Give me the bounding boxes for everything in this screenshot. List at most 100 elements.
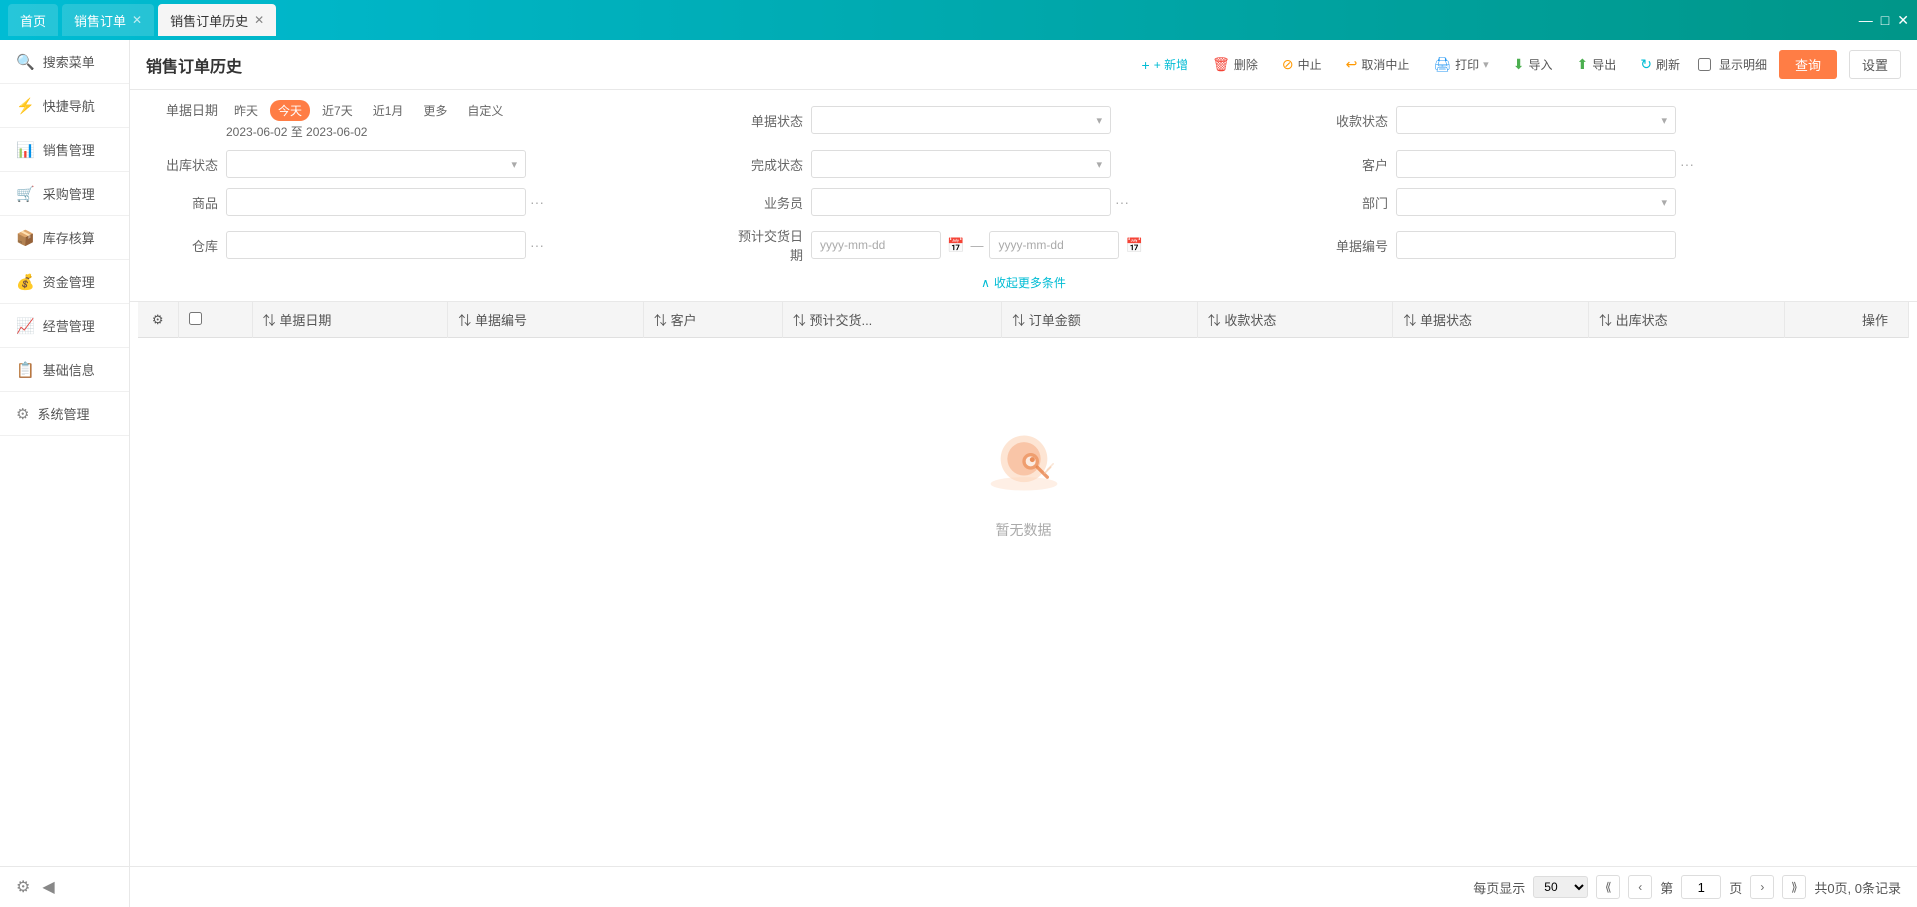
sidebar-item-inventory[interactable]: 📦 库存核算 [0, 216, 129, 260]
page-size-label: 每页显示 [1473, 878, 1525, 897]
delete-button[interactable]: 🗑 删除 [1206, 53, 1264, 76]
window-controls: — □ ✕ [1859, 12, 1909, 29]
table-checkbox-header[interactable] [178, 302, 252, 338]
col-bill-status[interactable]: ⇅ 单据状态 [1393, 302, 1589, 338]
sidebar-item-label: 系统管理 [37, 404, 89, 423]
calendar-start-icon[interactable]: 📅 [947, 237, 964, 254]
completion-status-select[interactable]: ▾ [811, 150, 1111, 178]
maximize-button[interactable]: □ [1881, 12, 1889, 28]
collapse-up-icon: ∧ [981, 276, 990, 290]
cancel-button[interactable]: ↩ 取消中止 [1340, 53, 1416, 76]
product-input[interactable] [226, 188, 526, 216]
new-button[interactable]: + + 新增 [1136, 53, 1195, 76]
sidebar-item-search-menu[interactable]: 🔍 搜索菜单 [0, 40, 129, 84]
collapse-sidebar-icon[interactable]: ◀ [42, 877, 54, 897]
col-customer[interactable]: ⇅ 客户 [643, 302, 782, 338]
tab-sales-order-history-close[interactable]: ✕ [254, 13, 264, 27]
date-chip-1month[interactable]: 近1月 [365, 100, 412, 121]
date-range-dash: — [970, 238, 983, 253]
query-button[interactable]: 查询 [1779, 50, 1837, 79]
prev-page-button[interactable]: ‹ [1628, 875, 1652, 899]
page-number-input[interactable] [1681, 875, 1721, 899]
minimize-button[interactable]: — [1859, 12, 1873, 28]
date-chip-today[interactable]: 今天 [270, 100, 310, 121]
display-detail-label: 显示明细 [1719, 56, 1767, 73]
tab-sales-order-close[interactable]: ✕ [132, 13, 142, 27]
cancel-label: 取消中止 [1361, 56, 1409, 73]
search-menu-icon: 🔍 [16, 53, 35, 71]
display-detail-checkbox[interactable] [1698, 58, 1711, 71]
delivery-date-start[interactable]: yyyy-mm-dd [811, 231, 941, 259]
sidebar-item-label: 经营管理 [43, 316, 95, 335]
collapse-filter-button[interactable]: ∧ 收起更多条件 [146, 274, 1901, 291]
col-amount[interactable]: ⇅ 订单金额 [1002, 302, 1198, 338]
bill-no-input[interactable] [1396, 231, 1676, 259]
sidebar-item-purchase[interactable]: 🛒 采购管理 [0, 172, 129, 216]
refresh-button[interactable]: ↻ 刷新 [1634, 53, 1686, 76]
date-chip-7days[interactable]: 近7天 [314, 100, 361, 121]
salesperson-dots[interactable]: ··· [1115, 194, 1129, 210]
col-delivery[interactable]: ⇅ 预计交货... [782, 302, 1001, 338]
sidebar-item-system[interactable]: ⚙ 系统管理 [0, 392, 129, 436]
filter-row-1: 单据日期 昨天 今天 近7天 近1月 更多 自定义 2023-06-02 至 2… [146, 100, 1901, 140]
date-chip-custom[interactable]: 自定义 [459, 100, 511, 121]
import-button[interactable]: ⬇ 导入 [1507, 53, 1559, 76]
salesperson-filter-label: 业务员 [731, 193, 811, 212]
next-page-button[interactable]: › [1750, 875, 1774, 899]
sidebar-item-basic-info[interactable]: 📋 基础信息 [0, 348, 129, 392]
settings-icon[interactable]: ⚙ [16, 877, 30, 897]
customer-dots[interactable]: ··· [1680, 156, 1694, 172]
warehouse-input[interactable] [226, 231, 526, 259]
empty-state: 暂无数据 [138, 338, 1909, 620]
sales-icon: 📊 [16, 141, 35, 159]
first-page-button[interactable]: ⟪ [1596, 875, 1620, 899]
stop-button[interactable]: ⊘ 中止 [1276, 53, 1328, 76]
col-no[interactable]: ⇅ 单据编号 [448, 302, 644, 338]
tab-sales-order-history[interactable]: 销售订单历史 ✕ [158, 4, 276, 36]
bill-status-select[interactable]: ▾ [811, 106, 1111, 134]
print-button[interactable]: 🖨 打印 ▾ [1427, 53, 1494, 76]
col-payment-status[interactable]: ⇅ 收款状态 [1197, 302, 1393, 338]
col-date[interactable]: ⇅ 单据日期 [252, 302, 448, 338]
last-page-button[interactable]: ⟫ [1782, 875, 1806, 899]
table-area: ⚙ ⇅ 单据日期 ⇅ 单据编号 ⇅ [130, 302, 1917, 866]
tab-sales-order-label: 销售订单 [74, 11, 126, 30]
payment-status-select[interactable]: ▾ [1396, 106, 1676, 134]
settings-button[interactable]: 设置 [1849, 50, 1901, 79]
export-button[interactable]: ⬆ 导出 [1570, 53, 1622, 76]
select-all-checkbox[interactable] [189, 312, 202, 325]
department-select[interactable]: ▾ [1396, 188, 1676, 216]
customer-input[interactable] [1396, 150, 1676, 178]
filter-area: 单据日期 昨天 今天 近7天 近1月 更多 自定义 2023-06-02 至 2… [130, 90, 1917, 302]
plus-icon: + [1142, 57, 1150, 73]
sidebar-item-quick-nav[interactable]: ⚡ 快捷导航 [0, 84, 129, 128]
product-filter-label: 商品 [146, 193, 226, 212]
export-icon: ⬆ [1576, 56, 1588, 73]
sidebar-item-finance[interactable]: 💰 资金管理 [0, 260, 129, 304]
tab-home[interactable]: 首页 [8, 4, 58, 36]
date-chip-more[interactable]: 更多 [415, 100, 455, 121]
delivery-date-end[interactable]: yyyy-mm-dd [989, 231, 1119, 259]
page-size-select[interactable]: 50 20 100 [1533, 876, 1588, 898]
outbound-status-select[interactable]: ▾ [226, 150, 526, 178]
current-page-label: 第 [1660, 878, 1673, 897]
col-outbound-status[interactable]: ⇅ 出库状态 [1588, 302, 1784, 338]
table-settings-cell[interactable]: ⚙ [138, 302, 178, 338]
empty-icon [974, 418, 1074, 508]
product-dots[interactable]: ··· [530, 194, 544, 210]
content-area: 销售订单历史 + + 新增 🗑 删除 ⊘ 中止 ↩ 取消中止 [130, 40, 1917, 907]
display-detail-toggle[interactable]: 显示明细 [1698, 56, 1767, 73]
tab-sales-order[interactable]: 销售订单 ✕ [62, 4, 154, 36]
sidebar-item-operations[interactable]: 📈 经营管理 [0, 304, 129, 348]
calendar-end-icon[interactable]: 📅 [1125, 237, 1142, 254]
sidebar-item-sales[interactable]: 📊 销售管理 [0, 128, 129, 172]
warehouse-filter-label: 仓库 [146, 236, 226, 255]
date-chips: 昨天 今天 近7天 近1月 更多 自定义 [226, 100, 511, 121]
delete-label: 删除 [1234, 56, 1258, 73]
date-chip-yesterday[interactable]: 昨天 [226, 100, 266, 121]
delete-icon: 🗑 [1212, 56, 1230, 73]
salesperson-input[interactable] [811, 188, 1111, 216]
main-layout: 🔍 搜索菜单 ⚡ 快捷导航 📊 销售管理 🛒 采购管理 📦 库存核算 💰 资金管… [0, 40, 1917, 907]
close-button[interactable]: ✕ [1897, 12, 1909, 29]
warehouse-dots[interactable]: ··· [530, 237, 544, 253]
